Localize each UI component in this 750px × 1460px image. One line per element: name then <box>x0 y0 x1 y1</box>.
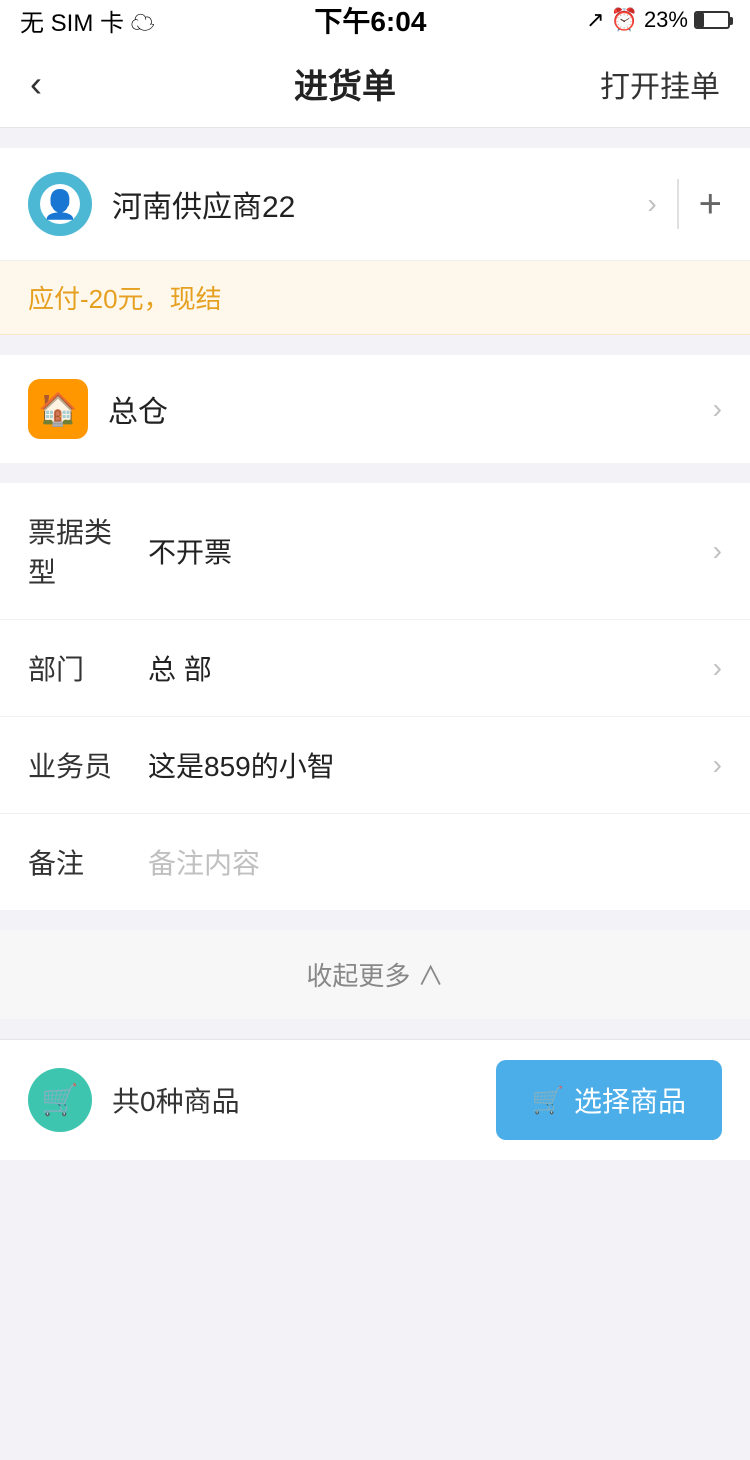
remark-row[interactable]: 备注 备注内容 <box>0 814 750 910</box>
ticket-type-value: 不开票 <box>138 531 713 571</box>
bottom-bar: 🛒 共0种商品 🛒 选择商品 <box>0 1039 750 1160</box>
sim-status: 无 SIM 卡 ☁ <box>20 3 155 38</box>
remark-input[interactable]: 备注内容 <box>138 842 722 882</box>
remark-label: 备注 <box>28 842 138 882</box>
salesperson-label: 业务员 <box>28 745 138 785</box>
supplier-row[interactable]: 👤 河南供应商22 › + <box>0 148 750 261</box>
page-title: 进货单 <box>294 59 396 108</box>
product-count: 共0种商品 <box>112 1080 476 1120</box>
warehouse-name: 总仓 <box>108 387 713 431</box>
page-background <box>0 1160 750 1460</box>
product-icon: 🛒 <box>28 1068 92 1132</box>
department-chevron-icon: › <box>713 652 722 684</box>
department-value: 总 部 <box>138 648 713 688</box>
select-product-icon: 🛒 <box>532 1085 564 1116</box>
battery-icon <box>694 11 730 29</box>
battery-text: 23% <box>644 7 688 33</box>
ticket-type-chevron-icon: › <box>713 535 722 567</box>
salesperson-chevron-icon: › <box>713 749 722 781</box>
ticket-type-row[interactable]: 票据类型 不开票 › <box>0 483 750 620</box>
status-time: 下午6:04 <box>314 0 426 40</box>
nav-bar: ‹ 进货单 打开挂单 <box>0 40 750 128</box>
status-bar: 无 SIM 卡 ☁ 下午6:04 ↗ ⏰ 23% <box>0 0 750 40</box>
collapse-row[interactable]: 收起更多 ∧ <box>0 930 750 1019</box>
notice-row: 应付-20元，现结 <box>0 261 750 335</box>
section-gap-1 <box>0 128 750 148</box>
add-supplier-button[interactable]: + <box>699 182 722 227</box>
ticket-type-label: 票据类型 <box>28 511 138 591</box>
supplier-chevron-icon: › <box>647 188 656 220</box>
salesperson-row[interactable]: 业务员 这是859的小智 › <box>0 717 750 814</box>
department-label: 部门 <box>28 648 138 688</box>
salesperson-value: 这是859的小智 <box>138 745 713 785</box>
warehouse-section: 🏠 总仓 › <box>0 355 750 463</box>
house-icon: 🏠 <box>38 390 78 428</box>
location-icon: ↗ <box>586 7 604 33</box>
supplier-divider <box>677 179 679 229</box>
warehouse-chevron-icon: › <box>713 393 722 425</box>
select-product-label: 选择商品 <box>574 1080 686 1120</box>
supplier-name: 河南供应商22 <box>112 182 647 226</box>
warehouse-icon: 🏠 <box>28 379 88 439</box>
status-left: 无 SIM 卡 ☁ <box>20 3 155 38</box>
avatar-inner: 👤 <box>40 184 80 224</box>
back-button[interactable]: ‹ <box>30 63 90 105</box>
alarm-icon: ⏰ <box>611 7 638 33</box>
department-row[interactable]: 部门 总 部 › <box>0 620 750 717</box>
supplier-avatar: 👤 <box>28 172 92 236</box>
select-product-button[interactable]: 🛒 选择商品 <box>496 1060 722 1140</box>
person-icon: 👤 <box>43 188 78 221</box>
supplier-section: 👤 河南供应商22 › + 应付-20元，现结 <box>0 148 750 335</box>
open-pending-button[interactable]: 打开挂单 <box>600 62 720 106</box>
warehouse-row[interactable]: 🏠 总仓 › <box>0 355 750 463</box>
collapse-label: 收起更多 ∧ <box>306 956 443 993</box>
form-section: 票据类型 不开票 › 部门 总 部 › 业务员 这是859的小智 › 备注 备注… <box>0 483 750 910</box>
status-right: ↗ ⏰ 23% <box>586 7 730 33</box>
cart-icon: 🛒 <box>41 1083 78 1118</box>
